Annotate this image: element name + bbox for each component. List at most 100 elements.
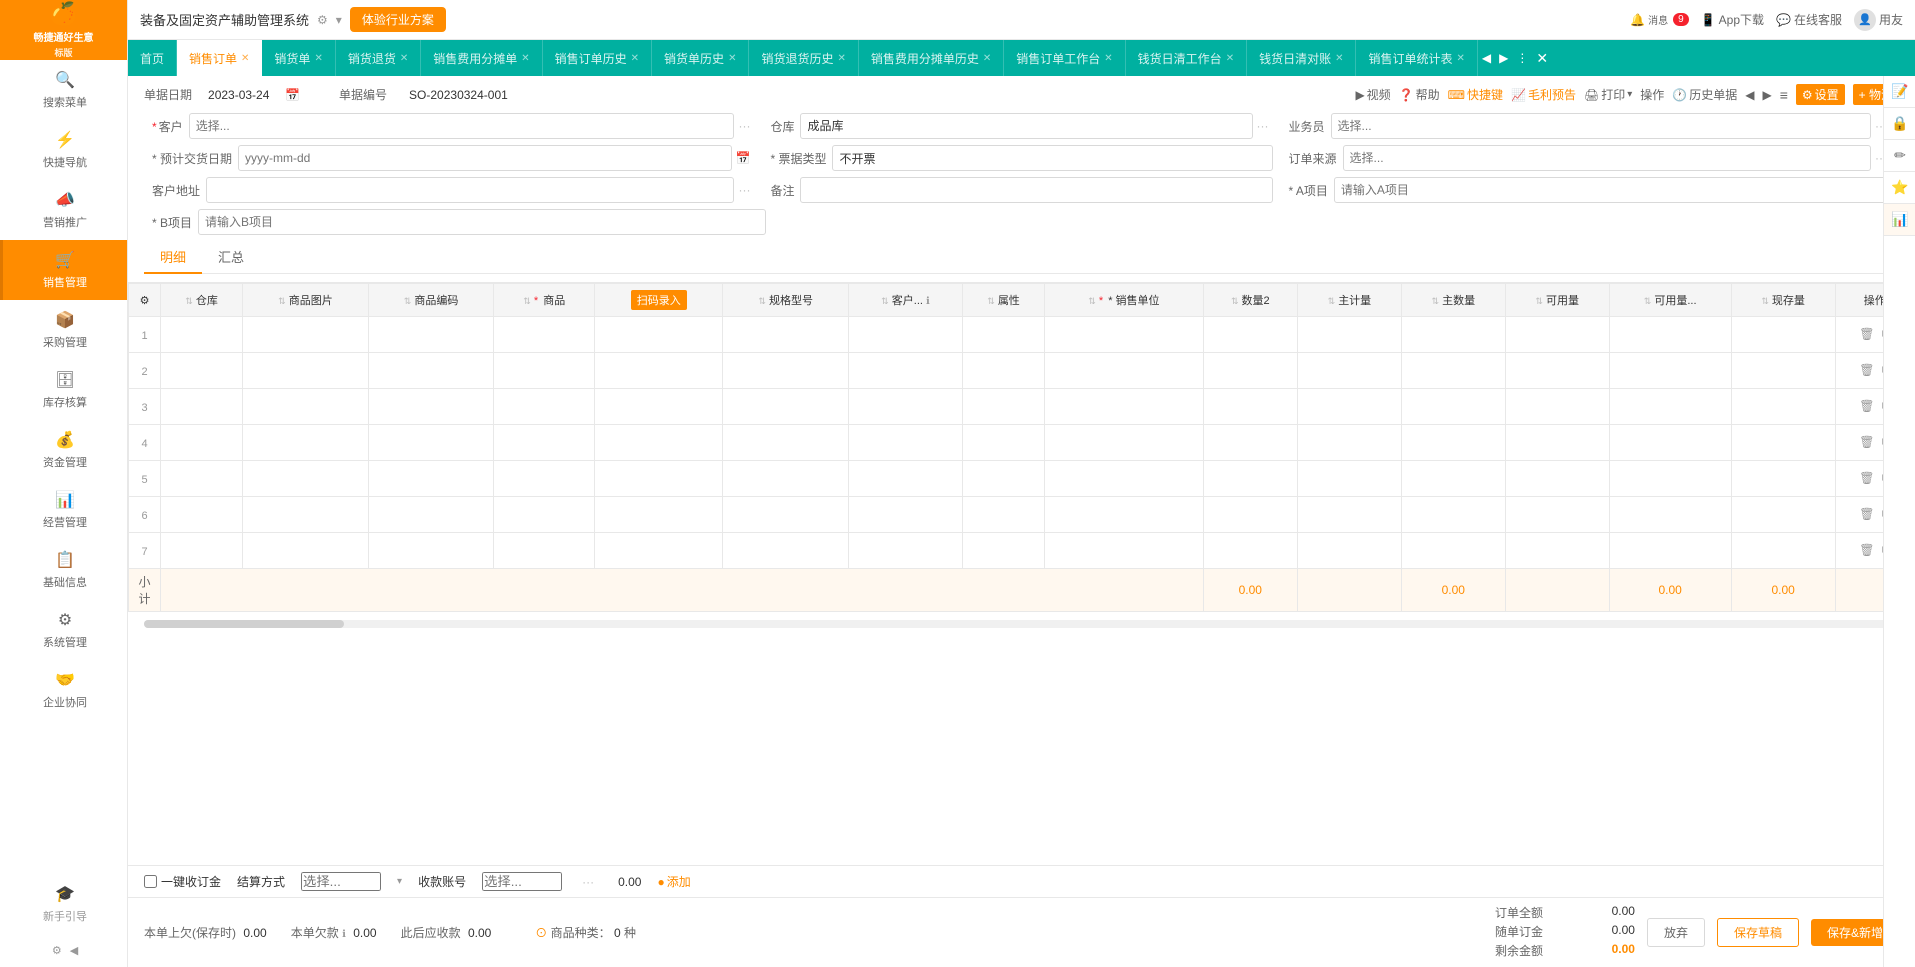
rp-edit-btn[interactable]: ✏ (1884, 140, 1915, 172)
cell-customer-code[interactable] (849, 317, 963, 353)
a-project-input[interactable] (1334, 177, 1891, 203)
cell-warehouse[interactable] (161, 461, 243, 497)
cell-product[interactable] (494, 317, 595, 353)
shortcut-btn[interactable]: ⌨ 快捷键 (1448, 86, 1503, 103)
tab-order-history[interactable]: 销售订单历史 ✕ (543, 40, 652, 76)
cell-main-unit[interactable] (1297, 317, 1401, 353)
cell-available[interactable] (1505, 425, 1609, 461)
col-available[interactable]: ⇅ 可用量 (1505, 284, 1609, 317)
tab-stats[interactable]: 销售订单统计表 ✕ (1356, 40, 1477, 76)
cell-warehouse[interactable] (161, 533, 243, 569)
payment-input[interactable] (301, 872, 381, 891)
col-stock[interactable]: ⇅ 现存量 (1731, 284, 1835, 317)
cell-main-qty[interactable] (1401, 461, 1505, 497)
cell-available[interactable] (1505, 317, 1609, 353)
tab-home[interactable]: 首页 (128, 40, 177, 76)
cell-spec[interactable] (723, 461, 849, 497)
scrollbar-area[interactable] (128, 612, 1915, 636)
cell-main-qty[interactable] (1401, 353, 1505, 389)
tab-sales-invoice[interactable]: 销货单 ✕ (262, 40, 335, 76)
cell-available[interactable] (1505, 389, 1609, 425)
cell-main-unit[interactable] (1297, 425, 1401, 461)
tab-close-icon[interactable]: ✕ (1104, 53, 1112, 64)
col-scan[interactable]: 扫码录入 (595, 284, 723, 317)
tab-close-icon[interactable]: ✕ (1226, 53, 1234, 64)
cell-attr[interactable] (962, 461, 1044, 497)
col-settings[interactable]: ⚙ (129, 284, 161, 317)
sidebar-item-purchase[interactable]: 📦 采购管理 (0, 300, 127, 360)
nav-prev-btn[interactable]: ◀ (1745, 88, 1754, 102)
print-dropdown-icon[interactable]: ▾ (1627, 89, 1632, 100)
one-click-label[interactable]: 一键收订金 (144, 873, 221, 890)
tab-menu-btn[interactable]: ⋮ (1512, 51, 1532, 65)
cell-spec[interactable] (723, 389, 849, 425)
cell-attr[interactable] (962, 317, 1044, 353)
online-service-btn[interactable]: 💬 在线客服 (1776, 11, 1842, 28)
col-product[interactable]: ⇅ * 商品 (494, 284, 595, 317)
cell-code[interactable] (368, 497, 494, 533)
one-click-checkbox[interactable] (144, 875, 157, 888)
cell-attr[interactable] (962, 497, 1044, 533)
cell-main-unit[interactable] (1297, 389, 1401, 425)
cell-unit[interactable] (1045, 389, 1204, 425)
rp-notes-btn[interactable]: 📝 (1884, 76, 1915, 108)
cell-customer-code[interactable] (849, 353, 963, 389)
info-icon2[interactable]: ℹ (342, 929, 346, 940)
cell-attr[interactable] (962, 389, 1044, 425)
settings-panel-btn[interactable]: ⚙ 设置 (1796, 84, 1845, 105)
sidebar-item-guide[interactable]: 🎓 新手引导 (0, 874, 127, 934)
address-more-btn[interactable]: ··· (734, 183, 754, 197)
cell-code[interactable] (368, 317, 494, 353)
cell-main-unit[interactable] (1297, 353, 1401, 389)
cell-qty2[interactable] (1203, 353, 1297, 389)
sidebar-item-operation[interactable]: 📊 经营管理 (0, 480, 127, 540)
view-btn[interactable]: ▶ 视频 (1355, 86, 1390, 103)
cell-qty2[interactable] (1203, 497, 1297, 533)
tab-summary[interactable]: 汇总 (202, 241, 260, 274)
cell-stock[interactable] (1731, 353, 1835, 389)
help-btn[interactable]: ❓ 帮助 (1399, 86, 1440, 103)
delivery-input[interactable] (238, 145, 732, 171)
row-delete-btn[interactable]: 🗑 (1859, 543, 1874, 557)
cell-stock[interactable] (1731, 461, 1835, 497)
tab-detail[interactable]: 明细 (144, 241, 202, 274)
cell-attr[interactable] (962, 353, 1044, 389)
row-delete-btn[interactable]: 🗑 (1859, 363, 1874, 377)
cell-unit[interactable] (1045, 425, 1204, 461)
app-settings-icon[interactable]: ⚙ (317, 13, 328, 27)
cell-main-unit[interactable] (1297, 461, 1401, 497)
info-icon[interactable]: ℹ (926, 296, 930, 307)
sidebar-collapse-btn[interactable]: ⚙ ◀ (0, 934, 127, 967)
col-spec[interactable]: ⇅ 规格型号 (723, 284, 849, 317)
b-project-input[interactable] (198, 209, 766, 235)
scan-button[interactable]: 扫码录入 (631, 290, 687, 310)
customer-input[interactable] (189, 113, 735, 139)
cell-main-qty[interactable] (1401, 533, 1505, 569)
tab-close-all-btn[interactable]: ✕ (1532, 50, 1552, 67)
cell-spec[interactable] (723, 353, 849, 389)
cell-main-qty[interactable] (1401, 425, 1505, 461)
solution-button[interactable]: 体验行业方案 (350, 7, 446, 32)
cell-qty2[interactable] (1203, 461, 1297, 497)
cell-available2[interactable] (1609, 461, 1731, 497)
history-btn[interactable]: 🕐 历史单据 (1672, 86, 1737, 103)
row-delete-btn[interactable]: 🗑 (1859, 507, 1874, 521)
tab-close-icon[interactable]: ✕ (983, 53, 991, 64)
cell-unit[interactable] (1045, 353, 1204, 389)
tab-return-history[interactable]: 销货退货历史 ✕ (749, 40, 858, 76)
cell-qty2[interactable] (1203, 425, 1297, 461)
cell-attr[interactable] (962, 425, 1044, 461)
col-qty2[interactable]: ⇅ 数量2 (1203, 284, 1297, 317)
cell-qty2[interactable] (1203, 533, 1297, 569)
tab-invoice-history[interactable]: 销货单历史 ✕ (652, 40, 749, 76)
settings-col-icon[interactable]: ⚙ (140, 295, 150, 307)
cell-main-qty[interactable] (1401, 389, 1505, 425)
payment-dropdown-icon[interactable]: ▾ (397, 876, 402, 887)
invoice-value[interactable]: 不开票 (832, 145, 1272, 171)
cell-unit[interactable] (1045, 497, 1204, 533)
cell-code[interactable] (368, 533, 494, 569)
sidebar-item-enterprise[interactable]: 🤝 企业协同 (0, 660, 127, 720)
cell-available[interactable] (1505, 353, 1609, 389)
cell-code[interactable] (368, 353, 494, 389)
tab-close-icon[interactable]: ✕ (1335, 53, 1343, 64)
